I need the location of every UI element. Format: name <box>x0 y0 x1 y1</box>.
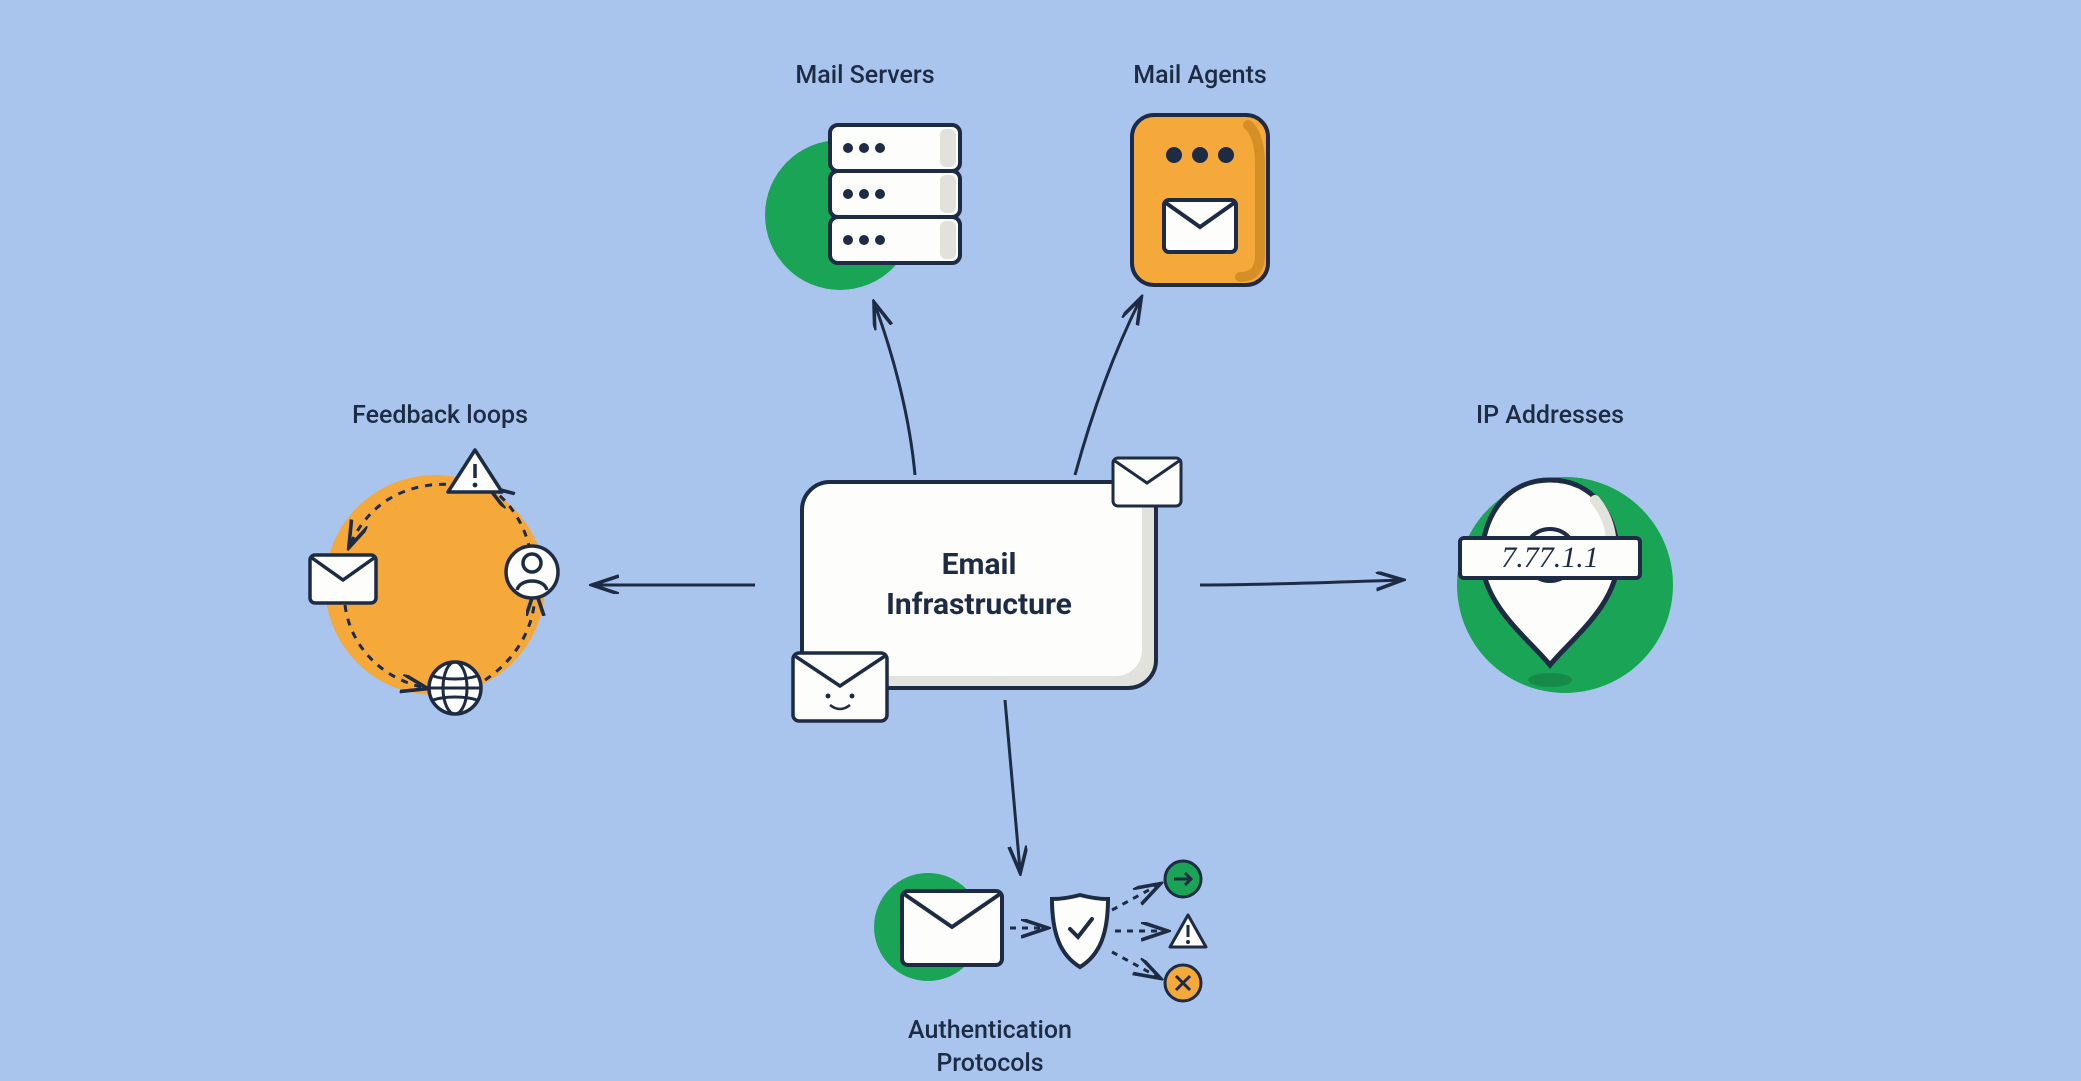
center-title: Email Infrastructure <box>886 545 1072 626</box>
envelope-icon <box>310 555 376 603</box>
auth-protocols-label-line2: Protocols <box>936 1049 1043 1078</box>
envelope-small-top-icon <box>1110 455 1184 509</box>
ip-addresses-node: 7.77.1.1 <box>1420 440 1680 704</box>
globe-icon <box>429 662 481 714</box>
feedback-loops-node <box>280 430 580 734</box>
auth-protocols-icon <box>870 855 1240 1025</box>
auth-protocols-label-line1: Authentication <box>908 1016 1072 1045</box>
mail-servers-label: Mail Servers <box>760 60 970 93</box>
feedback-loops-icon <box>280 430 580 730</box>
mail-servers-node <box>760 105 970 299</box>
ip-text: 7.77.1.1 <box>1501 541 1599 574</box>
arrow-to-ip-addresses <box>1200 580 1400 585</box>
arrow-to-mail-agents <box>1075 300 1140 475</box>
envelope-smile-icon <box>790 650 890 724</box>
user-icon <box>506 546 558 598</box>
arrow-to-mail-servers <box>875 305 915 475</box>
ip-addresses-label: IP Addresses <box>1440 400 1660 433</box>
auth-protocols-node <box>870 855 1240 1029</box>
mail-servers-icon <box>760 105 970 295</box>
auth-protocols-label: Authentication Protocols <box>870 1015 1110 1080</box>
mail-agents-label: Mail Agents <box>1105 60 1295 93</box>
center-title-line2: Infrastructure <box>886 587 1072 622</box>
mail-agents-icon <box>1120 105 1280 295</box>
arrow-to-auth-protocols <box>1005 700 1020 870</box>
center-title-line1: Email <box>942 547 1017 582</box>
mail-agents-node <box>1120 105 1280 299</box>
feedback-loops-label: Feedback loops <box>310 400 570 433</box>
ip-addresses-icon: 7.77.1.1 <box>1420 440 1680 700</box>
